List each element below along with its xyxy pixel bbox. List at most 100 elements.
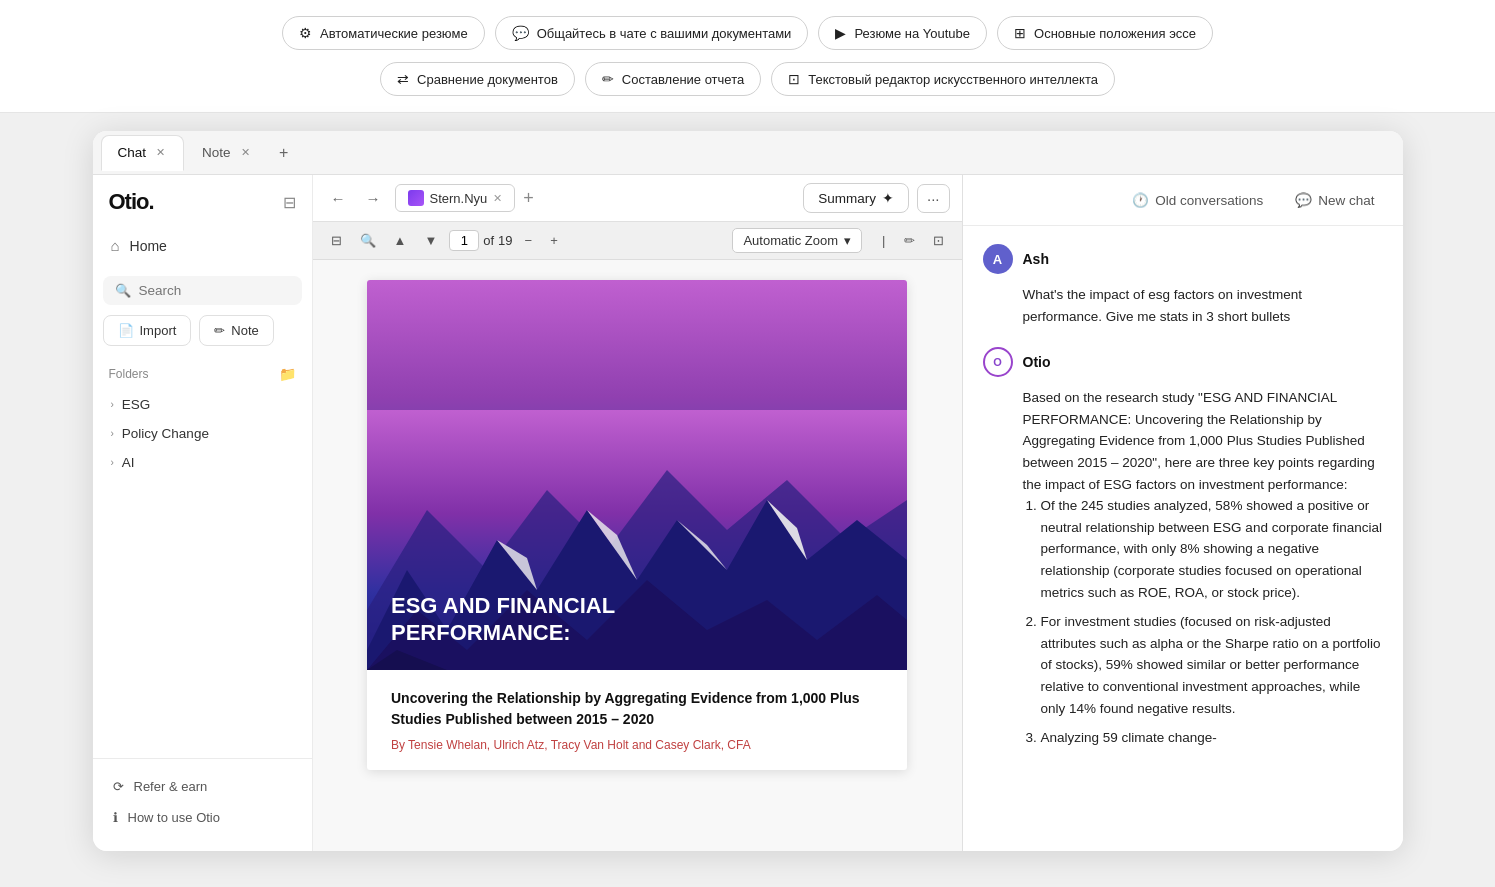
folder-list: ›ESG›Policy Change›AI (103, 390, 302, 477)
summary-button[interactable]: Summary ✦ (803, 183, 909, 213)
chat-docs-icon: 💬 (512, 25, 529, 41)
key-points-label: Основные положения эссе (1034, 26, 1196, 41)
history-icon: 🕐 (1132, 192, 1149, 208)
home-label: Home (130, 238, 167, 254)
zoom-chevron-icon: ▾ (844, 233, 851, 248)
summary-label: Summary (818, 191, 876, 206)
summary-plus-icon: ✦ (882, 190, 894, 206)
doc-tab-close[interactable]: ✕ (493, 192, 502, 205)
pdf-title-overlay: ESG AND FINANCIALPERFORMANCE: (367, 573, 907, 670)
note-label: Note (231, 323, 258, 338)
compare-docs-label: Сравнение документов (417, 72, 558, 87)
user-message-text: What's the impact of esg factors on inve… (983, 284, 1383, 327)
ai-bullet-item: For investment studies (focused on risk-… (1041, 611, 1383, 719)
zoom-out-button[interactable]: − (519, 230, 539, 251)
compare-docs-icon: ⇄ (397, 71, 409, 87)
bottom-label: How to use Otio (128, 810, 221, 825)
tab-note-close[interactable]: ✕ (239, 144, 252, 161)
sidebar-item-home[interactable]: ⌂ Home (101, 229, 304, 262)
banner-btn-youtube-resume[interactable]: ▶Резюме на Youtube (818, 16, 987, 50)
tab-add-button[interactable]: + (270, 139, 298, 167)
more-options-button[interactable]: ··· (917, 184, 950, 213)
pdf-body: Uncovering the Relationship by Aggregati… (367, 670, 907, 770)
content-area: Otio. ⊟ ⌂ Home 🔍 📄 Import ✏ (93, 175, 1403, 851)
ai-message-block: O Otio Based on the research study "ESG … (983, 347, 1383, 757)
folder-item-ai[interactable]: ›AI (103, 448, 302, 477)
chat-docs-label: Общайтесь в чате с вашими документами (537, 26, 792, 41)
pdf-page: ESG AND FINANCIALPERFORMANCE: Uncovering… (367, 280, 907, 770)
back-button[interactable]: ← (325, 187, 352, 210)
ai-intro-text: Based on the research study "ESG AND FIN… (1023, 390, 1375, 491)
tab-chat-label: Chat (118, 145, 147, 160)
folder-arrow-icon: › (111, 428, 114, 439)
folder-arrow-icon: › (111, 399, 114, 410)
folder-item-policy_change[interactable]: ›Policy Change (103, 419, 302, 448)
doc-add-button[interactable]: + (523, 188, 534, 209)
ai-sender: O Otio (983, 347, 1383, 377)
annotate-button[interactable]: ✏ (898, 230, 921, 251)
forward-button[interactable]: → (360, 187, 387, 210)
import-button[interactable]: 📄 Import (103, 315, 192, 346)
doc-tab-icon (408, 190, 424, 206)
search-input[interactable] (139, 283, 290, 298)
fullscreen-button[interactable]: ⊡ (927, 230, 950, 251)
tab-chat-close[interactable]: ✕ (154, 144, 167, 161)
action-row: 📄 Import ✏ Note (93, 315, 312, 360)
ai-message-text: Based on the research study "ESG AND FIN… (983, 387, 1383, 757)
search-pdf-button[interactable]: 🔍 (354, 230, 382, 251)
bottom-icon: ⟳ (113, 779, 124, 794)
sidebar-bottom-how_to_use_otio[interactable]: ℹHow to use Otio (103, 802, 302, 833)
sidebar-toggle-pdf[interactable]: ⊟ (325, 230, 348, 251)
auto-resume-label: Автоматические резюме (320, 26, 468, 41)
cursor-tool-button[interactable]: | (876, 230, 891, 251)
folders-section: Folders 📁 ›ESG›Policy Change›AI (93, 360, 312, 758)
banner-btn-compare-docs[interactable]: ⇄ Сравнение документов (380, 62, 575, 96)
sidebar-logo-area: Otio. ⊟ (93, 189, 312, 229)
new-chat-button[interactable]: 💬 New chat (1287, 187, 1382, 213)
zoom-select[interactable]: Automatic Zoom ▾ (732, 228, 862, 253)
youtube-resume-label: Резюме на Youtube (854, 26, 970, 41)
ai-bullets-list: Of the 245 studies analyzed, 58% showed … (1023, 495, 1383, 749)
tab-note[interactable]: Note ✕ (186, 135, 268, 171)
zoom-in-button[interactable]: + (544, 230, 564, 251)
logo: Otio. (109, 189, 154, 215)
banner-btn-ai-editor[interactable]: ⊡Текстовый редактор искусственного интел… (771, 62, 1115, 96)
folder-name: ESG (122, 397, 151, 412)
folder-add-icon[interactable]: 📁 (279, 366, 296, 382)
folder-item-esg[interactable]: › ESG (103, 390, 302, 419)
chat-header: 🕐 Old conversations 💬 New chat (963, 175, 1403, 226)
banner-btn-auto-resume[interactable]: ⚙ Автоматические резюме (282, 16, 485, 50)
doc-tab-stern[interactable]: Stern.Nyu ✕ (395, 184, 516, 212)
user-avatar: A (983, 244, 1013, 274)
tab-chat[interactable]: Chat ✕ (101, 135, 185, 171)
old-conversations-button[interactable]: 🕐 Old conversations (1124, 187, 1271, 213)
sidebar-bottom-refer_&_earn[interactable]: ⟳Refer & earn (103, 771, 302, 802)
page-total: 19 (498, 233, 512, 248)
folder-name: AI (122, 455, 135, 470)
folders-header: Folders 📁 (103, 360, 302, 390)
chat-panel: 🕐 Old conversations 💬 New chat A Ash Wha… (963, 175, 1403, 851)
page-number-input[interactable] (449, 230, 479, 251)
sidebar-nav: ⌂ Home (93, 229, 312, 272)
page-up-button[interactable]: ▲ (388, 230, 413, 251)
page-of-label: of (483, 233, 494, 248)
pdf-toolbar-right: | ✏ ⊡ (876, 230, 949, 251)
note-icon: ✏ (214, 323, 225, 338)
banner-btn-create-report[interactable]: ✏Составление отчета (585, 62, 761, 96)
doc-toolbar: ← → Stern.Nyu ✕ + Summary ✦ ··· (313, 175, 962, 222)
home-icon: ⌂ (111, 237, 120, 254)
doc-content: ESG AND FINANCIALPERFORMANCE: Uncovering… (313, 260, 962, 851)
banner-row-2: ⇄ Сравнение документов ✏Составление отчета… (20, 62, 1475, 96)
banner-btn-chat-docs[interactable]: 💬 Общайтесь в чате с вашими документами (495, 16, 809, 50)
ai-editor-label: Текстовый редактор искусственного интелл… (808, 72, 1098, 87)
pdf-cover: ESG AND FINANCIALPERFORMANCE: (367, 280, 907, 670)
auto-resume-icon: ⚙ (299, 25, 312, 41)
new-chat-label: New chat (1318, 193, 1374, 208)
sidebar-toggle-icon[interactable]: ⊟ (283, 193, 296, 212)
note-button[interactable]: ✏ Note (199, 315, 273, 346)
page-down-button[interactable]: ▼ (418, 230, 443, 251)
tab-bar: Chat ✕ Note ✕ + (93, 131, 1403, 175)
search-bar: 🔍 (103, 276, 302, 305)
import-icon: 📄 (118, 323, 134, 338)
banner-btn-key-points[interactable]: ⊞Основные положения эссе (997, 16, 1213, 50)
